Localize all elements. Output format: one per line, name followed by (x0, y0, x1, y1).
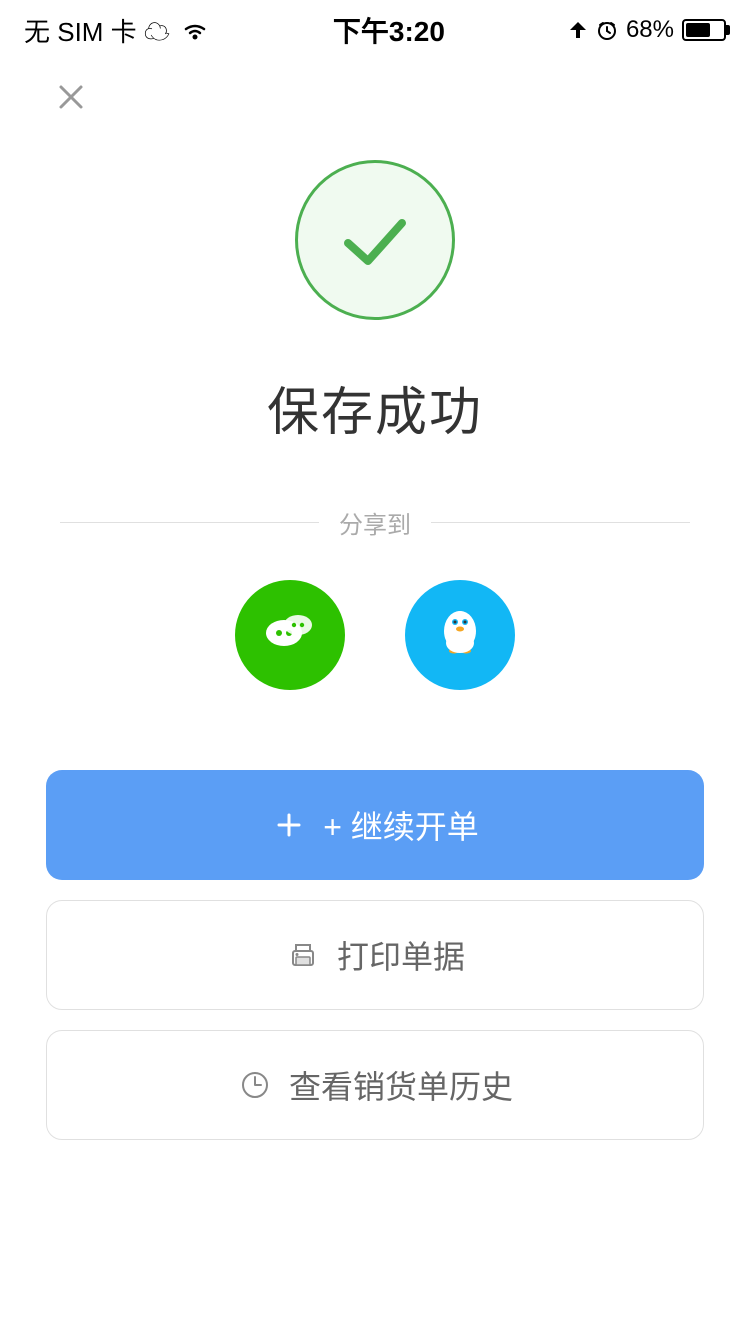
qq-share-button[interactable] (405, 580, 515, 690)
wifi-icon (180, 19, 210, 41)
wechat-share-button[interactable] (235, 580, 345, 690)
location-icon (568, 20, 588, 40)
status-right: 68% (568, 16, 726, 44)
battery-percent: 68% (626, 16, 674, 44)
status-time: 下午3:20 (333, 10, 445, 50)
divider-right (431, 522, 690, 523)
divider-left (60, 522, 319, 523)
plus-icon (271, 807, 307, 843)
close-button[interactable] (46, 72, 96, 122)
status-bar: 无 SIM 卡 ☁ 下午3:20 68% (0, 0, 750, 60)
battery-icon (682, 19, 726, 41)
history-icon (237, 1067, 273, 1103)
print-icon (285, 937, 321, 973)
alarm-icon (596, 19, 618, 41)
wechat-icon (258, 603, 322, 667)
history-button[interactable]: 查看销货单历史 (46, 1030, 704, 1140)
actions: + 继续开单 打印单据 查看销货单历史 (0, 770, 750, 1140)
print-label: 打印单据 (337, 932, 465, 978)
success-title: 保存成功 (267, 370, 483, 445)
history-label: 查看销货单历史 (289, 1062, 513, 1108)
share-label: 分享到 (319, 505, 431, 540)
qq-icon (428, 603, 492, 667)
print-button[interactable]: 打印单据 (46, 900, 704, 1010)
success-circle (295, 160, 455, 320)
status-left: 无 SIM 卡 ☁ (24, 12, 210, 49)
continue-button[interactable]: + 继续开单 (46, 770, 704, 880)
continue-label: + 继续开单 (323, 802, 479, 848)
main-content: 保存成功 分享到 (0, 60, 750, 1140)
share-icons (235, 580, 515, 690)
share-divider: 分享到 (0, 505, 750, 540)
sim-signal: 无 SIM 卡 ☁ (24, 12, 170, 49)
